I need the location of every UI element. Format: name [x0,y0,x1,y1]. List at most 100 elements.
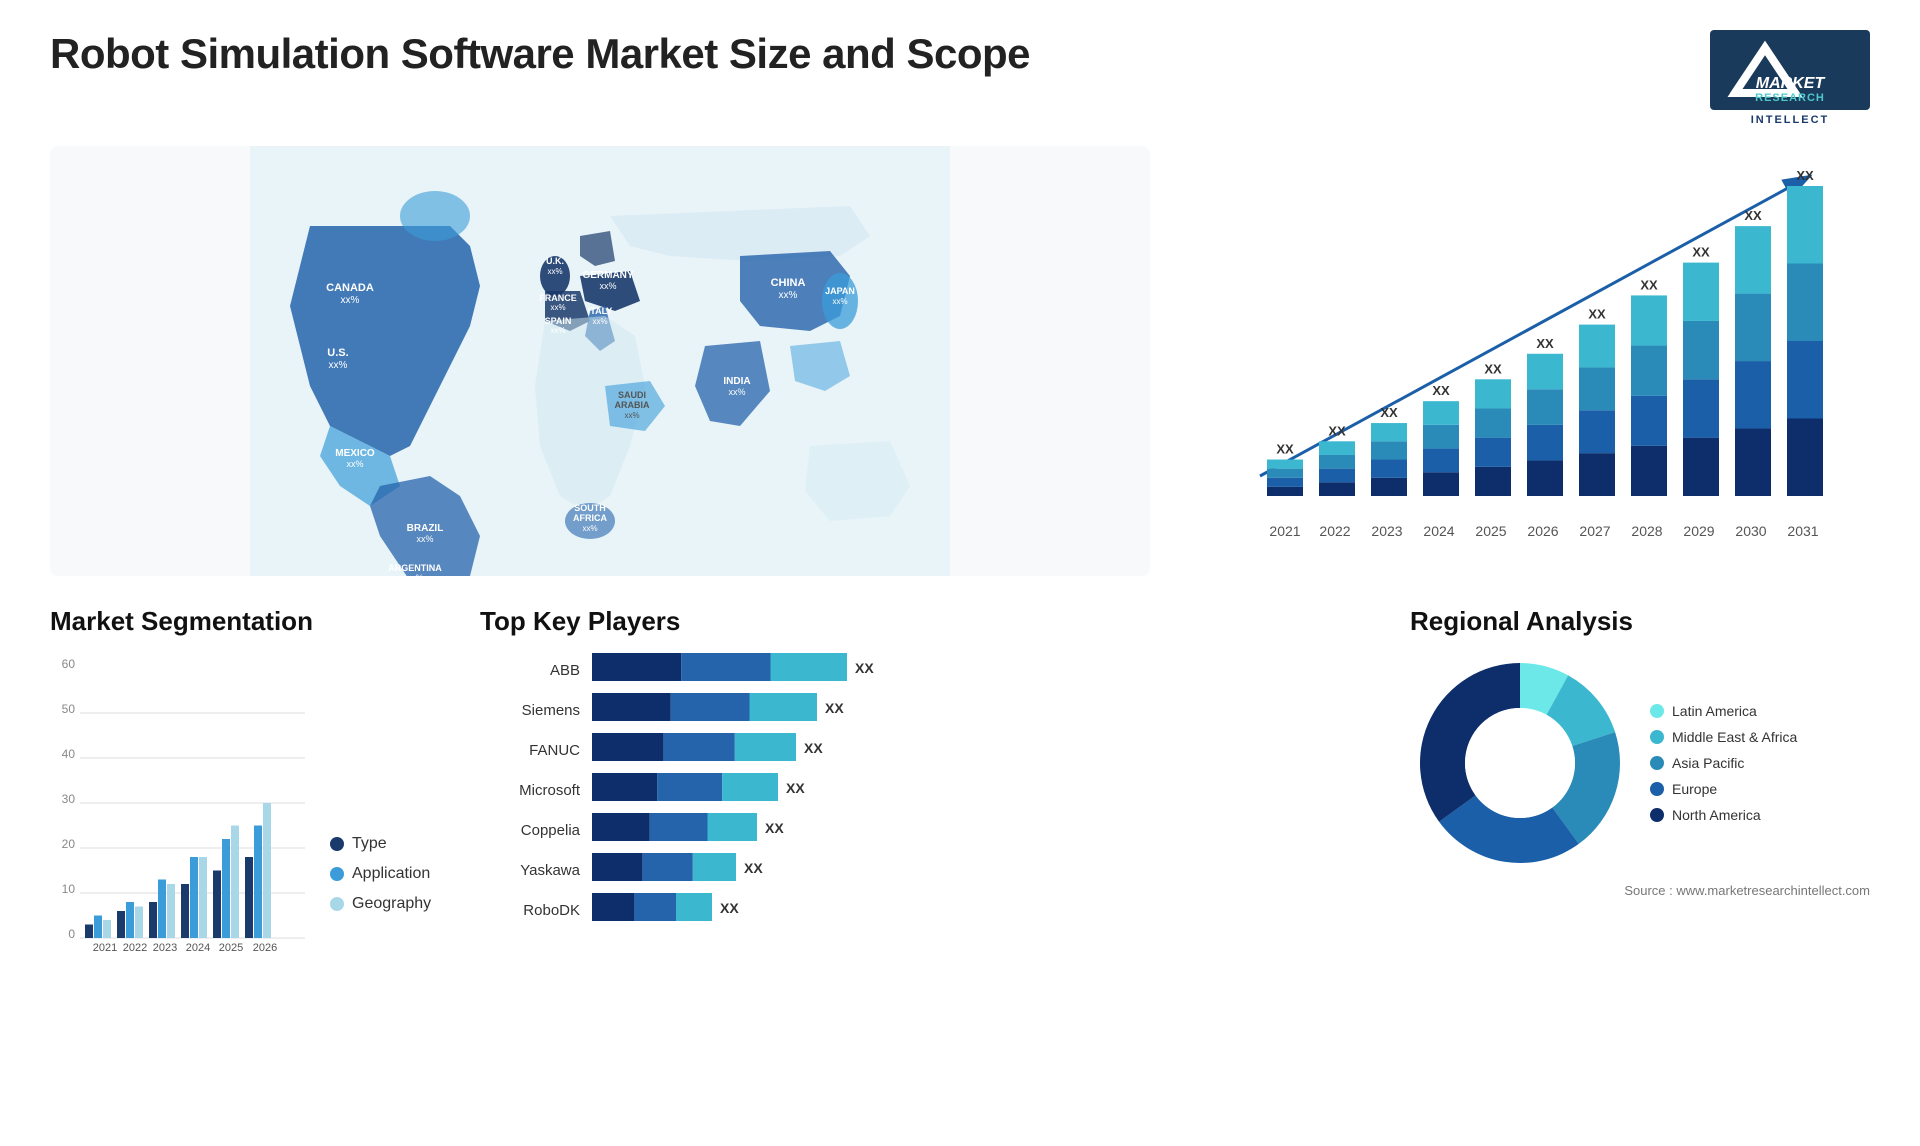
svg-text:2021: 2021 [93,942,117,953]
player-bar-wrap: XX [592,813,1380,847]
player-row: ABB XX [480,653,1380,687]
svg-text:2021: 2021 [1269,523,1300,539]
svg-text:AFRICA: AFRICA [573,513,607,523]
regional-inner: Latin AmericaMiddle East & AfricaAsia Pa… [1410,653,1870,873]
player-name: RoboDK [480,902,580,919]
svg-text:XX: XX [1796,168,1814,183]
reg-legend-item: Europe [1650,781,1797,797]
reg-legend-item: Latin America [1650,703,1797,719]
page-title: Robot Simulation Software Market Size an… [50,30,1030,78]
player-bar-svg: XX [592,893,912,925]
reg-legend-label: Europe [1672,781,1717,797]
svg-text:XX: XX [1484,361,1502,376]
legend-label-geography: Geography [352,895,431,913]
bottom-section: Market Segmentation 0 10 20 30 40 50 60 [50,606,1870,1026]
svg-text:XX: XX [1380,405,1398,420]
regional-legend: Latin AmericaMiddle East & AfricaAsia Pa… [1650,703,1797,823]
player-bar-wrap: XX [592,693,1380,727]
reg-legend-item: North America [1650,807,1797,823]
svg-text:xx%: xx% [341,295,360,306]
key-players-title: Top Key Players [480,606,1380,637]
svg-text:XX: XX [1640,277,1658,292]
regional-title: Regional Analysis [1410,606,1870,637]
player-row: SiemensXX [480,693,1380,727]
player-bar-svg: XX [592,693,912,725]
player-bar-svg: XX [592,813,912,845]
reg-legend-dot [1650,782,1664,796]
segmentation-title: Market Segmentation [50,606,450,637]
svg-text:XX: XX [804,740,823,756]
seg-svg: 0 10 20 30 40 50 60 2021 [50,653,310,953]
player-row: Microsoft XX [480,773,1380,807]
player-name: Microsoft [480,782,580,799]
svg-text:2023: 2023 [1371,523,1402,539]
legend-dot-application [330,867,344,881]
svg-text:XX: XX [765,820,784,836]
svg-text:2024: 2024 [1423,523,1454,539]
svg-text:SAUDI: SAUDI [618,390,646,400]
svg-text:60: 60 [62,657,76,671]
source-label: Source : www.marketresearchintellect.com [1410,883,1870,898]
reg-legend-dot [1650,704,1664,718]
players-list: ABBXXSiemensXXFANUCXXMicrosoftXXCoppelia… [480,653,1380,927]
svg-text:BRAZIL: BRAZIL [407,523,444,534]
player-bar-svg: XX [592,733,912,765]
svg-text:RESEARCH: RESEARCH [1755,92,1825,104]
svg-text:XX: XX [1536,336,1554,351]
svg-text:XX: XX [1744,208,1762,223]
svg-text:SPAIN: SPAIN [545,316,572,326]
key-players-section: Top Key Players ABBXXSiemensXXFANUCXXMic… [480,606,1380,1026]
svg-text:30: 30 [62,792,76,806]
svg-text:CANADA: CANADA [326,282,374,294]
player-name: Coppelia [480,822,580,839]
legend-label-type: Type [352,835,387,853]
svg-text:XX: XX [786,780,805,796]
player-bar-svg: XX [592,853,912,885]
player-row: FANUC XX [480,733,1380,767]
svg-text:CHINA: CHINA [771,277,806,289]
legend-item-application: Application [330,865,431,883]
logo-box: MARKET RESEARCH [1710,30,1870,110]
legend-label-application: Application [352,865,430,883]
main-container: Robot Simulation Software Market Size an… [0,0,1920,1146]
svg-text:2028: 2028 [1631,523,1662,539]
donut-svg [1410,653,1630,873]
reg-legend-dot [1650,756,1664,770]
svg-text:INDIA: INDIA [723,376,750,387]
svg-text:ARABIA: ARABIA [615,400,650,410]
player-name: ABB [480,662,580,679]
svg-text:XX: XX [825,700,844,716]
svg-text:2030: 2030 [1735,523,1766,539]
svg-text:XX: XX [1328,423,1346,438]
seg-legend: Type Application Geography [330,835,431,953]
player-bar-svg: XX [592,653,912,685]
svg-text:FRANCE: FRANCE [539,293,577,303]
player-bar-svg: XX [592,773,912,805]
svg-text:2022: 2022 [1319,523,1350,539]
player-bar-wrap: XX [592,653,1380,687]
svg-text:xx%: xx% [624,411,639,420]
legend-item-geography: Geography [330,895,431,913]
svg-text:50: 50 [62,702,76,716]
svg-text:xx%: xx% [346,459,363,469]
legend-dot-geography [330,897,344,911]
svg-text:20: 20 [62,837,76,851]
seg-chart-area: 0 10 20 30 40 50 60 2021 [50,653,450,953]
svg-text:2026: 2026 [253,942,277,953]
player-bar-wrap: XX [592,853,1380,887]
reg-legend-label: Asia Pacific [1672,755,1744,771]
svg-text:10: 10 [62,882,76,896]
svg-text:U.K.: U.K. [546,256,564,266]
svg-text:2027: 2027 [1579,523,1610,539]
logo-area: MARKET RESEARCH INTELLECT [1710,30,1870,126]
player-bar-wrap: XX [592,733,1380,767]
reg-legend-item: Asia Pacific [1650,755,1797,771]
svg-text:XX: XX [720,900,739,916]
svg-text:JAPAN: JAPAN [825,286,855,296]
svg-text:xx%: xx% [599,281,616,291]
player-name: FANUC [480,742,580,759]
svg-text:xx%: xx% [406,573,423,576]
logo-svg: MARKET RESEARCH [1715,33,1865,108]
svg-text:40: 40 [62,747,76,761]
svg-text:0: 0 [68,927,75,941]
